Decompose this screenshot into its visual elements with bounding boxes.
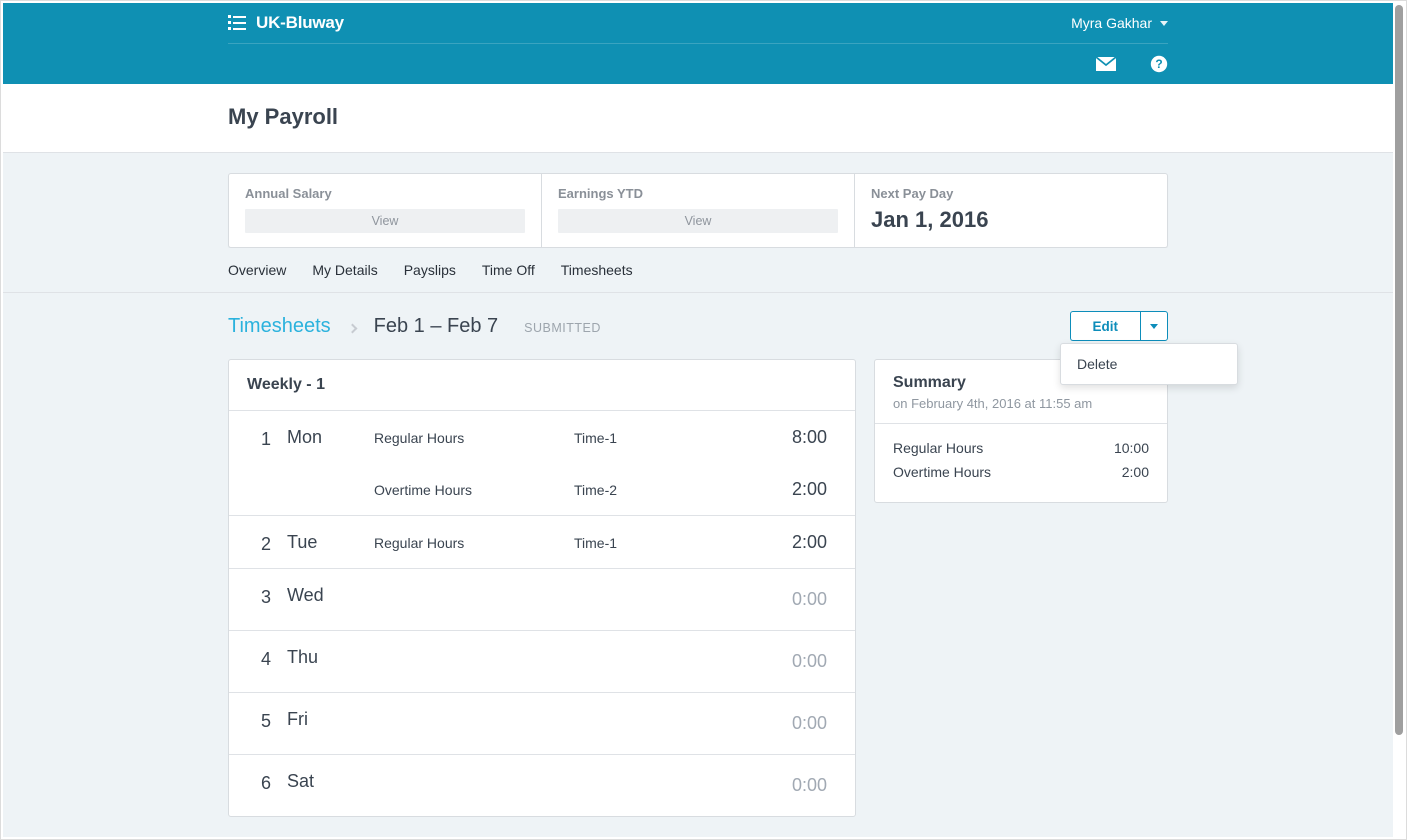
breadcrumb: Timesheets Feb 1 – Feb 7 SUBMITTED Edit … xyxy=(228,293,1168,359)
entry-type: Regular Hours xyxy=(374,430,574,446)
day-entries: 0:00 xyxy=(374,693,855,754)
entry-value: 0:00 xyxy=(792,651,855,672)
entry-value: 0:00 xyxy=(792,775,855,796)
status-badge: SUBMITTED xyxy=(524,321,601,335)
summary-cards: Annual Salary View Earnings YTD View Nex… xyxy=(228,173,1168,248)
day-row: 1MonRegular HoursTime-1 8:00 Overtime Hour… xyxy=(229,410,855,515)
mail-icon[interactable] xyxy=(1096,57,1116,71)
entry-type: Overtime Hours xyxy=(374,482,574,498)
topbar: UK-Bluway Myra Gakhar xyxy=(3,3,1393,84)
summary-subtitle: on February 4th, 2016 at 11:55 am xyxy=(875,396,1167,424)
summary-row: Regular Hours 10:00 xyxy=(893,436,1149,460)
tab-time-off[interactable]: Time Off xyxy=(482,262,535,278)
card-label: Earnings YTD xyxy=(558,186,838,201)
day-entries: 0:00 xyxy=(374,569,855,630)
chevron-down-icon xyxy=(1160,21,1168,26)
delete-action[interactable]: Delete xyxy=(1061,348,1237,380)
card-label: Annual Salary xyxy=(245,186,525,201)
day-name: Wed xyxy=(279,569,374,630)
tab-overview[interactable]: Overview xyxy=(228,262,286,278)
day-number: 1 xyxy=(229,411,279,515)
time-entry-empty: 0:00 xyxy=(374,693,855,754)
entry-label: Time-1 xyxy=(574,535,764,551)
card-earnings-ytd: Earnings YTD View xyxy=(542,174,855,247)
day-entries: Regular HoursTime-1 8:00 Overtime HoursTim… xyxy=(374,411,855,515)
card-label: Next Pay Day xyxy=(871,186,1151,201)
time-entry-empty: 0:00 xyxy=(374,755,855,816)
next-pay-day-value: Jan 1, 2016 xyxy=(871,207,1151,233)
page-title-bar: My Payroll xyxy=(3,84,1393,153)
day-row: 3Wed 0:00 xyxy=(229,568,855,630)
chevron-down-icon xyxy=(1150,324,1158,329)
day-name: Thu xyxy=(279,631,374,692)
day-name: Fri xyxy=(279,693,374,754)
view-earnings-ytd-button[interactable]: View xyxy=(558,209,838,233)
entry-value: 0:00 xyxy=(792,589,855,610)
card-next-pay-day: Next Pay Day Jan 1, 2016 xyxy=(855,174,1167,247)
entry-type: Regular Hours xyxy=(374,535,574,551)
button-label: View xyxy=(372,214,399,228)
day-name: Tue xyxy=(279,516,374,568)
day-entries: 0:00 xyxy=(374,631,855,692)
org-name: UK-Bluway xyxy=(256,13,344,33)
day-entries: Regular HoursTime-1 2:00 xyxy=(374,516,855,568)
entry-value: 0:00 xyxy=(792,713,855,734)
tab-payslips[interactable]: Payslips xyxy=(404,262,456,278)
list-icon xyxy=(228,16,246,30)
day-row: 5Fri 0:00 xyxy=(229,692,855,754)
day-name: Mon xyxy=(279,411,374,515)
button-label: Edit xyxy=(1093,319,1119,334)
org-switcher[interactable]: UK-Bluway xyxy=(228,13,344,33)
help-icon[interactable]: ? xyxy=(1150,55,1168,73)
scrollbar[interactable] xyxy=(1394,3,1404,837)
summary-value: 10:00 xyxy=(1114,440,1149,456)
tab-my-details[interactable]: My Details xyxy=(312,262,377,278)
card-annual-salary: Annual Salary View xyxy=(229,174,542,247)
breadcrumb-range: Feb 1 – Feb 7 xyxy=(374,315,499,338)
day-number: 6 xyxy=(229,755,279,816)
button-label: View xyxy=(685,214,712,228)
time-entry: Regular HoursTime-1 8:00 xyxy=(374,411,855,463)
summary-key: Overtime Hours xyxy=(893,464,991,480)
day-entries: 0:00 xyxy=(374,755,855,816)
scrollbar-thumb[interactable] xyxy=(1395,5,1403,735)
summary-value: 2:00 xyxy=(1122,464,1149,480)
sub-nav: Overview My Details Payslips Time Off Ti… xyxy=(228,262,1168,278)
entry-value: 2:00 xyxy=(792,479,855,500)
edit-button[interactable]: Edit xyxy=(1070,311,1141,341)
tab-timesheets[interactable]: Timesheets xyxy=(561,262,633,278)
day-number: 3 xyxy=(229,569,279,630)
summary-key: Regular Hours xyxy=(893,440,983,456)
time-entry-empty: 0:00 xyxy=(374,631,855,692)
day-name: Sat xyxy=(279,755,374,816)
time-entry: Regular HoursTime-1 2:00 xyxy=(374,516,855,568)
time-entry-empty: 0:00 xyxy=(374,569,855,630)
entry-value: 8:00 xyxy=(792,427,855,448)
entry-value: 2:00 xyxy=(792,532,855,553)
day-row: 4Thu 0:00 xyxy=(229,630,855,692)
page-title: My Payroll xyxy=(228,104,1168,130)
day-row: 6Sat 0:00 xyxy=(229,754,855,816)
timesheet-actions: Edit Delete xyxy=(1070,311,1169,341)
actions-dropdown-toggle[interactable] xyxy=(1140,311,1168,341)
user-menu[interactable]: Myra Gakhar xyxy=(1071,15,1168,31)
breadcrumb-link-timesheets[interactable]: Timesheets xyxy=(228,315,331,338)
time-entry: Overtime HoursTime-2 2:00 xyxy=(374,463,855,515)
entry-label: Time-2 xyxy=(574,482,764,498)
summary-row: Overtime Hours 2:00 xyxy=(893,460,1149,484)
svg-text:?: ? xyxy=(1155,57,1162,71)
day-number: 2 xyxy=(229,516,279,568)
view-annual-salary-button[interactable]: View xyxy=(245,209,525,233)
day-number: 4 xyxy=(229,631,279,692)
user-name: Myra Gakhar xyxy=(1071,15,1152,31)
entry-label: Time-1 xyxy=(574,430,764,446)
chevron-right-icon xyxy=(347,323,357,333)
day-row: 2TueRegular HoursTime-1 2:00 xyxy=(229,515,855,568)
timesheet-panel: Weekly - 1 1MonRegular HoursTime-18:00Ov… xyxy=(228,359,856,817)
actions-dropdown: Delete xyxy=(1060,343,1238,385)
day-number: 5 xyxy=(229,693,279,754)
timesheet-title: Weekly - 1 xyxy=(229,360,855,410)
